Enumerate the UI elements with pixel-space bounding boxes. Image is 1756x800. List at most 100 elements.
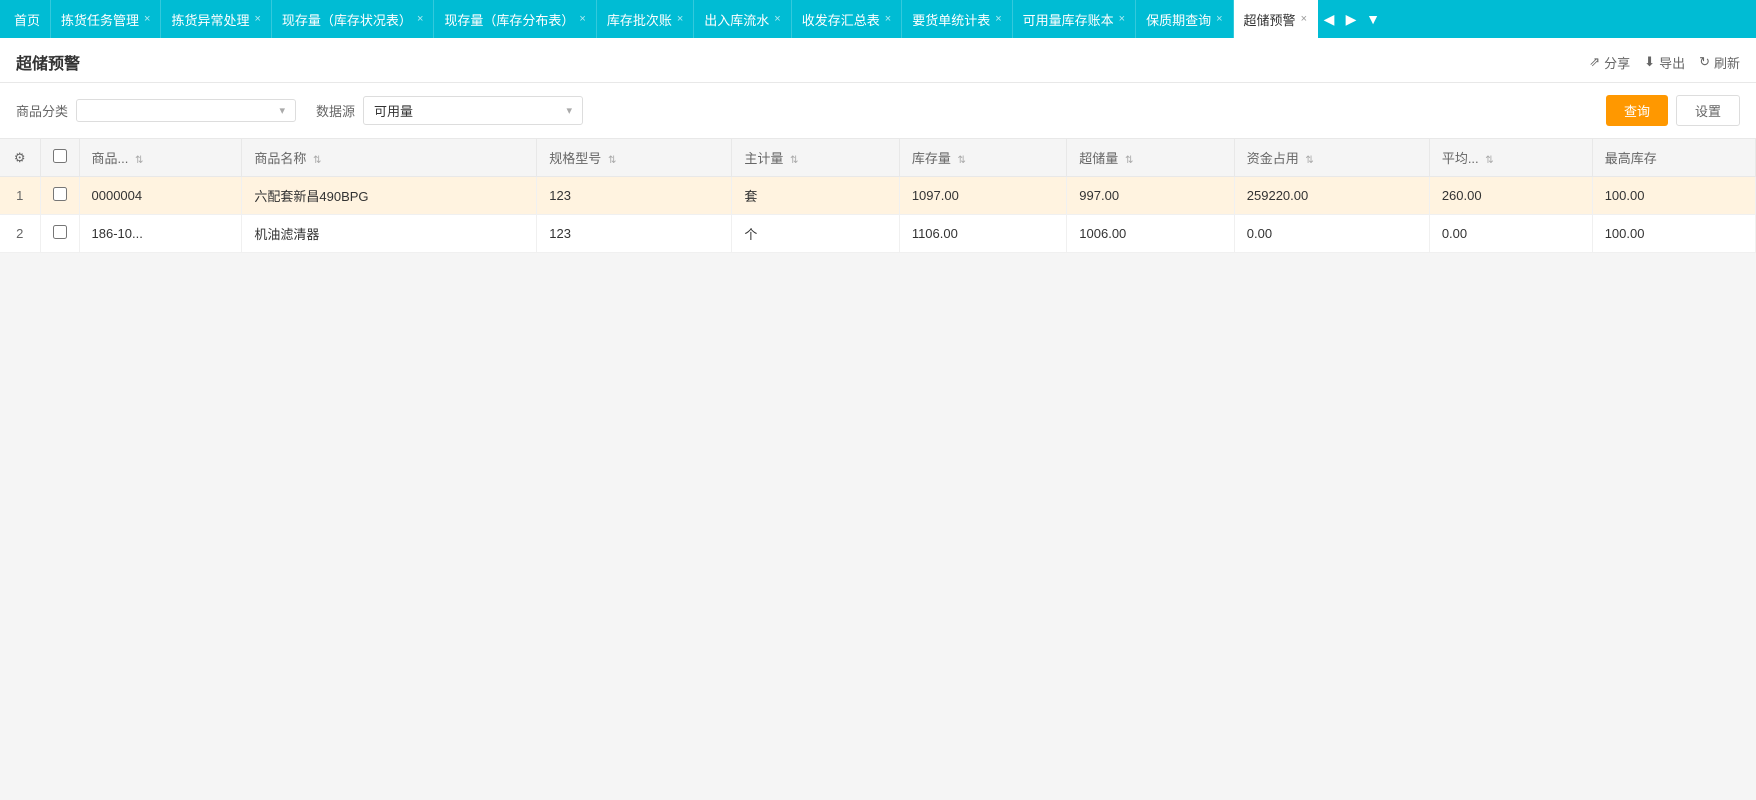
close-overstock[interactable]: × — [1301, 13, 1307, 25]
col-checkbox — [40, 139, 79, 177]
close-order-stats[interactable]: × — [995, 13, 1001, 25]
row-seq: 2 — [0, 215, 40, 253]
row-spec: 123 — [537, 215, 732, 253]
row-product-name: 六配套新昌490BPG — [242, 177, 537, 215]
row-checkbox-cell[interactable] — [40, 215, 79, 253]
col-unit[interactable]: 主计量 ⇅ — [732, 139, 899, 177]
table-header-row: ⚙ 商品... ⇅ 商品名称 ⇅ 规格型号 ⇅ 主计量 — [0, 139, 1756, 177]
close-in-out-flow[interactable]: × — [774, 13, 780, 25]
nav-tab-task-mgmt[interactable]: 拣货任务管理 × — [51, 0, 161, 38]
nav-tab-collect-summary[interactable]: 收发存汇总表 × — [792, 0, 902, 38]
sort-spec-icon: ⇅ — [608, 155, 616, 166]
col-spec[interactable]: 规格型号 ⇅ — [537, 139, 732, 177]
top-nav: 首页 拣货任务管理 × 拣货异常处理 × 现存量（库存状况表） × 现存量（库存… — [0, 0, 1756, 38]
close-inventory-dist[interactable]: × — [579, 13, 585, 25]
category-chevron-icon: ▾ — [279, 104, 285, 117]
table-row: 1 0000004 六配套新昌490BPG 123 套 1097.00 997.… — [0, 177, 1756, 215]
close-task-mgmt[interactable]: × — [144, 13, 150, 25]
row-capital: 0.00 — [1234, 215, 1429, 253]
header-actions: ⇗ 分享 ⬇ 导出 ↻ 刷新 — [1589, 53, 1740, 72]
row-overstock: 997.00 — [1067, 177, 1234, 215]
col-avg[interactable]: 平均... ⇅ — [1429, 139, 1592, 177]
table-body: 1 0000004 六配套新昌490BPG 123 套 1097.00 997.… — [0, 177, 1756, 253]
row-seq: 1 — [0, 177, 40, 215]
page-header: 超储预警 ⇗ 分享 ⬇ 导出 ↻ 刷新 — [0, 38, 1756, 83]
sort-overstock-icon: ⇅ — [1125, 155, 1133, 166]
filter-category: 商品分类 ▾ — [16, 99, 296, 122]
row-product-code: 186-10... — [79, 215, 242, 253]
table-container: ⚙ 商品... ⇅ 商品名称 ⇅ 规格型号 ⇅ 主计量 — [0, 139, 1756, 253]
sort-product-name-icon: ⇅ — [313, 155, 321, 166]
nav-tab-inventory-status[interactable]: 现存量（库存状况表） × — [272, 0, 434, 38]
sort-product-code-icon: ⇅ — [135, 155, 143, 166]
col-product-name[interactable]: 商品名称 ⇅ — [242, 139, 537, 177]
col-capital[interactable]: 资金占用 ⇅ — [1234, 139, 1429, 177]
datasource-select[interactable]: 可用量 ▾ — [363, 96, 583, 125]
col-settings[interactable]: ⚙ — [0, 139, 40, 177]
select-all-checkbox[interactable] — [53, 149, 67, 163]
col-max-stock[interactable]: 最高库存 — [1592, 139, 1755, 177]
nav-tab-available-account[interactable]: 可用量库存账本 × — [1013, 0, 1136, 38]
datasource-value: 可用量 — [374, 101, 413, 120]
export-button[interactable]: ⬇ 导出 — [1644, 53, 1685, 72]
close-inventory-status[interactable]: × — [417, 13, 423, 25]
settings-button[interactable]: 设置 — [1676, 95, 1740, 126]
share-icon: ⇗ — [1589, 54, 1600, 70]
refresh-icon: ↻ — [1699, 54, 1710, 70]
row-product-name: 机油滤清器 — [242, 215, 537, 253]
category-label: 商品分类 — [16, 101, 68, 120]
close-abnormal[interactable]: × — [254, 13, 260, 25]
datasource-label: 数据源 — [316, 101, 355, 120]
filter-buttons: 查询 设置 — [1606, 95, 1740, 126]
row-unit: 个 — [732, 215, 899, 253]
export-icon: ⬇ — [1644, 54, 1655, 70]
row-max-stock: 100.00 — [1592, 177, 1755, 215]
row-unit: 套 — [732, 177, 899, 215]
sort-stock-icon: ⇅ — [957, 155, 965, 166]
row-capital: 259220.00 — [1234, 177, 1429, 215]
nav-more-arrow[interactable]: ▼ — [1362, 0, 1384, 38]
category-select[interactable]: ▾ — [76, 99, 296, 122]
row-avg: 260.00 — [1429, 177, 1592, 215]
close-available-account[interactable]: × — [1119, 13, 1125, 25]
page-title: 超储预警 — [16, 50, 80, 74]
query-button[interactable]: 查询 — [1606, 95, 1668, 126]
nav-tab-expiry-query[interactable]: 保质期查询 × — [1136, 0, 1233, 38]
nav-tab-inventory-dist[interactable]: 现存量（库存分布表） × — [434, 0, 596, 38]
nav-tab-overstock[interactable]: 超储预警 × — [1234, 0, 1318, 38]
row-stock: 1106.00 — [899, 215, 1066, 253]
row-checkbox[interactable] — [53, 187, 67, 201]
datasource-chevron-icon: ▾ — [567, 104, 573, 117]
col-product-code[interactable]: 商品... ⇅ — [79, 139, 242, 177]
sort-avg-icon: ⇅ — [1485, 155, 1493, 166]
row-checkbox-cell[interactable] — [40, 177, 79, 215]
row-max-stock: 100.00 — [1592, 215, 1755, 253]
nav-tab-in-out-flow[interactable]: 出入库流水 × — [694, 0, 791, 38]
nav-tab-abnormal[interactable]: 拣货异常处理 × — [161, 0, 271, 38]
row-stock: 1097.00 — [899, 177, 1066, 215]
row-spec: 123 — [537, 177, 732, 215]
col-overstock[interactable]: 超储量 ⇅ — [1067, 139, 1234, 177]
nav-tab-batch-account[interactable]: 库存批次账 × — [597, 0, 694, 38]
row-overstock: 1006.00 — [1067, 215, 1234, 253]
close-batch-account[interactable]: × — [677, 13, 683, 25]
settings-icon: ⚙ — [14, 150, 26, 165]
nav-tab-home[interactable]: 首页 — [4, 0, 51, 38]
filter-area: 商品分类 ▾ 数据源 可用量 ▾ 查询 设置 — [0, 83, 1756, 139]
close-collect-summary[interactable]: × — [885, 13, 891, 25]
nav-tab-order-stats[interactable]: 要货单统计表 × — [902, 0, 1012, 38]
row-avg: 0.00 — [1429, 215, 1592, 253]
nav-prev-arrow[interactable]: ◀ — [1318, 0, 1340, 38]
col-stock[interactable]: 库存量 ⇅ — [899, 139, 1066, 177]
data-table: ⚙ 商品... ⇅ 商品名称 ⇅ 规格型号 ⇅ 主计量 — [0, 139, 1756, 253]
refresh-button[interactable]: ↻ 刷新 — [1699, 53, 1740, 72]
close-expiry-query[interactable]: × — [1216, 13, 1222, 25]
row-product-code: 0000004 — [79, 177, 242, 215]
nav-next-arrow[interactable]: ▶ — [1340, 0, 1362, 38]
row-checkbox[interactable] — [53, 225, 67, 239]
filter-datasource: 数据源 可用量 ▾ — [316, 96, 583, 125]
share-button[interactable]: ⇗ 分享 — [1589, 53, 1630, 72]
sort-capital-icon: ⇅ — [1305, 155, 1313, 166]
table-row: 2 186-10... 机油滤清器 123 个 1106.00 1006.00 … — [0, 215, 1756, 253]
sort-unit-icon: ⇅ — [790, 155, 798, 166]
